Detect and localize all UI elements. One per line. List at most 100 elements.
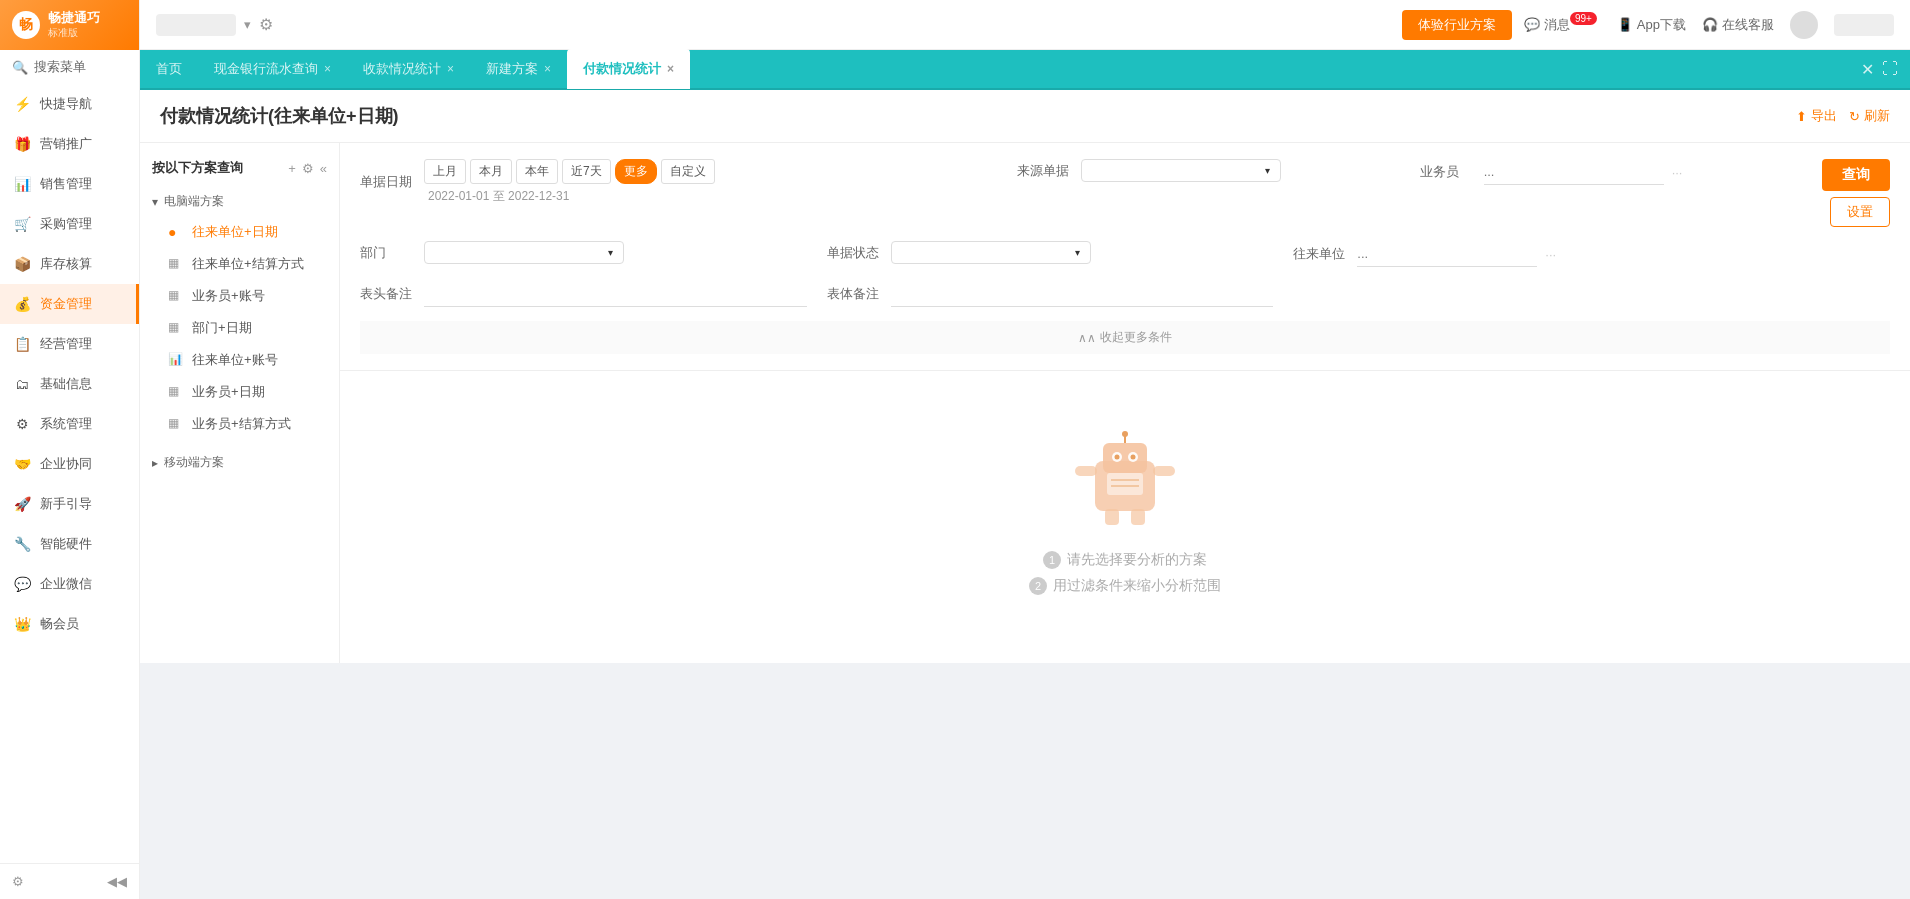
- online-service-action[interactable]: 🎧 在线客服: [1702, 16, 1774, 34]
- scheme-item-dept-date[interactable]: ▦ 部门+日期: [140, 312, 339, 344]
- svg-rect-9: [1153, 466, 1175, 476]
- tab-bank-flow-close[interactable]: ×: [324, 62, 331, 76]
- date-btn-this-month[interactable]: 本月: [470, 159, 512, 184]
- tab-new-scheme-close[interactable]: ×: [544, 62, 551, 76]
- chevron-down-icon: ▾: [152, 195, 158, 209]
- topbar-settings-icon[interactable]: ⚙: [259, 15, 273, 34]
- empty-state: 1 请先选择要分析的方案 2 用过滤条件来缩小分析范围: [340, 371, 1910, 663]
- sidebar-item-basic[interactable]: 🗂 基础信息: [0, 364, 139, 404]
- filter-panel: 单据日期 上月 本月 本年 近7天 更多 自定义 20: [340, 143, 1910, 371]
- sidebar-item-label: 采购管理: [40, 215, 92, 233]
- date-btn-7days[interactable]: 近7天: [562, 159, 611, 184]
- tab-home[interactable]: 首页: [140, 49, 198, 89]
- collapse-label: 收起更多条件: [1100, 329, 1172, 346]
- scheme-item-icon: ▦: [168, 288, 184, 304]
- sidebar-item-hardware[interactable]: 🔧 智能硬件: [0, 524, 139, 564]
- topbar-actions: 💬 消息 99+ 📱 App下载 🎧 在线客服: [1524, 11, 1894, 39]
- filter-row-1: 单据日期 上月 本月 本年 近7天 更多 自定义 20: [360, 159, 1890, 227]
- settings-button[interactable]: 设置: [1830, 197, 1890, 227]
- scheme-collapse-icon[interactable]: «: [320, 161, 327, 176]
- topbar-dropdown-icon[interactable]: ▾: [244, 17, 251, 32]
- filter-row-3: 表头备注 表体备注: [360, 281, 1890, 307]
- scheme-settings-icon[interactable]: ⚙: [302, 161, 314, 176]
- tab-payment-stats-close[interactable]: ×: [667, 62, 674, 76]
- related-unit-input[interactable]: [1357, 241, 1537, 267]
- sidebar-item-enterprise[interactable]: 🤝 企业协同: [0, 444, 139, 484]
- dept-select[interactable]: ▾: [424, 241, 624, 264]
- scheme-item-unit-payment[interactable]: ▦ 往来单位+结算方式: [140, 248, 339, 280]
- sidebar-item-quick-nav[interactable]: ⚡ 快捷导航: [0, 84, 139, 124]
- date-btn-custom[interactable]: 自定义: [661, 159, 715, 184]
- sidebar-item-label: 库存核算: [40, 255, 92, 273]
- docstatus-select[interactable]: ▾: [891, 241, 1091, 264]
- message-action[interactable]: 💬 消息 99+: [1524, 16, 1601, 34]
- sidebar-item-guide[interactable]: 🚀 新手引导: [0, 484, 139, 524]
- tab-payment-stats[interactable]: 付款情况统计 ×: [567, 49, 690, 89]
- empty-step-1: 1 请先选择要分析的方案: [1043, 551, 1207, 569]
- scheme-group-label: 移动端方案: [164, 454, 224, 471]
- sidebar-item-label: 快捷导航: [40, 95, 92, 113]
- tab-maximize-icon[interactable]: ⛶: [1882, 60, 1898, 78]
- svg-rect-11: [1131, 509, 1145, 525]
- sidebar-search[interactable]: 🔍 搜索菜单: [0, 50, 139, 84]
- sidebar-title-block: 畅捷通巧 标准版: [48, 10, 100, 40]
- scheme-header-label: 按以下方案查询: [152, 159, 243, 177]
- scheme-add-icon[interactable]: +: [288, 161, 296, 176]
- empty-illustration: [1065, 431, 1185, 531]
- sidebar-item-wechat[interactable]: 💬 企业微信: [0, 564, 139, 604]
- sidebar-item-inventory[interactable]: 📦 库存核算: [0, 244, 139, 284]
- related-unit-more-icon[interactable]: ···: [1545, 247, 1556, 262]
- step-2-num: 2: [1029, 577, 1047, 595]
- sidebar-item-member[interactable]: 👑 畅会员: [0, 604, 139, 644]
- date-controls: 上月 本月 本年 近7天 更多 自定义 2022-01-01 至 2022-12…: [424, 159, 715, 205]
- quick-nav-icon: ⚡: [12, 94, 32, 114]
- user-name-placeholder: [156, 14, 236, 36]
- scheme-item-salesperson-date[interactable]: ▦ 业务员+日期: [140, 376, 339, 408]
- source-select[interactable]: ▾: [1081, 159, 1281, 182]
- tab-bank-flow[interactable]: 现金银行流水查询 ×: [198, 49, 347, 89]
- tab-payment-stats-label: 付款情况统计: [583, 60, 661, 78]
- export-button[interactable]: ⬆ 导出: [1796, 107, 1837, 125]
- body-note-input[interactable]: [891, 281, 1274, 307]
- sidebar-item-system[interactable]: ⚙ 系统管理: [0, 404, 139, 444]
- sidebar-item-purchase[interactable]: 🛒 采购管理: [0, 204, 139, 244]
- header-note-label: 表头备注: [360, 285, 416, 303]
- date-btn-more[interactable]: 更多: [615, 159, 657, 184]
- footer-settings-icon[interactable]: ⚙: [12, 874, 24, 889]
- sidebar-item-finance[interactable]: 💰 资金管理: [0, 284, 139, 324]
- sidebar-item-sales[interactable]: 📊 销售管理: [0, 164, 139, 204]
- export-icon: ⬆: [1796, 109, 1807, 124]
- scheme-group-mobile-title[interactable]: ▸ 移动端方案: [140, 448, 339, 477]
- sidebar-item-label: 企业微信: [40, 575, 92, 593]
- tab-receipt-stats[interactable]: 收款情况统计 ×: [347, 49, 470, 89]
- system-icon: ⚙: [12, 414, 32, 434]
- scheme-item-salesperson-payment[interactable]: ▦ 业务员+结算方式: [140, 408, 339, 440]
- tab-new-scheme[interactable]: 新建方案 ×: [470, 49, 567, 89]
- sidebar-item-marketing[interactable]: 🎁 营销推广: [0, 124, 139, 164]
- scheme-item-salesperson-account[interactable]: ▦ 业务员+账号: [140, 280, 339, 312]
- scheme-item-unit-date[interactable]: ● 往来单位+日期: [140, 216, 339, 248]
- tab-new-scheme-label: 新建方案: [486, 60, 538, 78]
- tabbar-controls: ✕ ⛶: [1849, 60, 1910, 79]
- collapse-bar[interactable]: ∧∧ 收起更多条件: [360, 321, 1890, 354]
- user-avatar[interactable]: [1790, 11, 1818, 39]
- docstatus-label: 单据状态: [827, 244, 883, 262]
- app-download-action[interactable]: 📱 App下载: [1617, 16, 1686, 34]
- footer-collapse-icon[interactable]: ◀◀: [107, 874, 127, 889]
- app-download-label: App下载: [1637, 16, 1686, 34]
- page-header-actions: ⬆ 导出 ↻ 刷新: [1796, 107, 1890, 125]
- scheme-item-unit-account[interactable]: 📊 往来单位+账号: [140, 344, 339, 376]
- salesperson-more-icon[interactable]: ···: [1672, 165, 1683, 180]
- salesperson-input[interactable]: [1484, 159, 1664, 185]
- tab-close-all-icon[interactable]: ✕: [1861, 60, 1874, 79]
- refresh-button[interactable]: ↻ 刷新: [1849, 107, 1890, 125]
- header-note-input[interactable]: [424, 281, 807, 307]
- tab-receipt-stats-close[interactable]: ×: [447, 62, 454, 76]
- scheme-group-desktop-title[interactable]: ▾ 电脑端方案: [140, 187, 339, 216]
- sidebar-item-operations[interactable]: 📋 经营管理: [0, 324, 139, 364]
- date-btn-last-month[interactable]: 上月: [424, 159, 466, 184]
- query-button[interactable]: 查询: [1822, 159, 1890, 191]
- filter-date-item: 单据日期 上月 本月 本年 近7天 更多 自定义 20: [360, 159, 997, 205]
- trial-button[interactable]: 体验行业方案: [1402, 10, 1512, 40]
- date-btn-this-year[interactable]: 本年: [516, 159, 558, 184]
